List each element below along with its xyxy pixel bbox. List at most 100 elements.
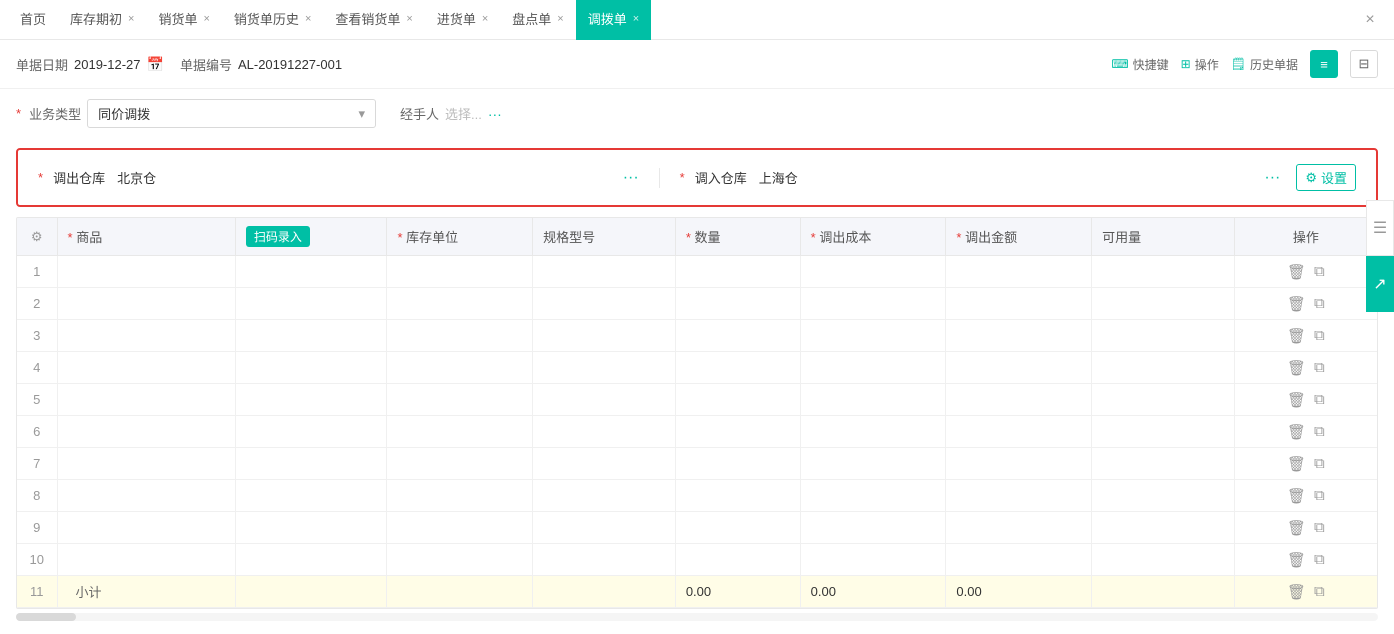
copy-icon[interactable]: ⧉	[1314, 487, 1325, 504]
cell-product[interactable]	[57, 480, 235, 512]
cell-cost[interactable]	[800, 384, 946, 416]
cell-amount[interactable]	[946, 256, 1092, 288]
tab-sales-close[interactable]: ×	[203, 13, 209, 25]
cell-spec[interactable]	[533, 352, 676, 384]
copy-icon[interactable]: ⧉	[1314, 583, 1325, 600]
cell-amount[interactable]	[946, 448, 1092, 480]
delete-icon[interactable]: 🗑	[1287, 519, 1306, 537]
cell-unit[interactable]	[387, 320, 533, 352]
copy-icon[interactable]: ⧉	[1314, 359, 1325, 376]
cell-spec[interactable]	[533, 416, 676, 448]
cell-product[interactable]	[57, 384, 235, 416]
cell-qty[interactable]	[675, 288, 800, 320]
cell-amount[interactable]	[946, 320, 1092, 352]
cell-cost[interactable]	[800, 544, 946, 576]
tab-stocktake-close[interactable]: ×	[557, 13, 563, 25]
tab-view-sales-close[interactable]: ×	[406, 13, 412, 25]
copy-icon[interactable]: ⧉	[1314, 423, 1325, 440]
cell-product[interactable]: 小计	[57, 576, 235, 608]
copy-icon[interactable]: ⧉	[1314, 327, 1325, 344]
cell-unit[interactable]	[387, 384, 533, 416]
cell-product[interactable]	[57, 288, 235, 320]
cell-spec[interactable]	[533, 320, 676, 352]
delete-icon[interactable]: 🗑	[1287, 423, 1306, 441]
out-warehouse-more-icon[interactable]: ···	[623, 169, 639, 187]
business-type-select[interactable]: 同价调拨 ▾	[87, 99, 376, 128]
gear-icon[interactable]: ⚙	[31, 229, 43, 244]
cell-qty[interactable]	[675, 320, 800, 352]
cell-qty[interactable]	[675, 384, 800, 416]
delete-icon[interactable]: 🗑	[1287, 391, 1306, 409]
handler-select[interactable]: 选择...	[445, 104, 482, 123]
copy-icon[interactable]: ⧉	[1314, 391, 1325, 408]
tab-purchase[interactable]: 进货单 ×	[425, 0, 500, 40]
cell-amount[interactable]	[946, 416, 1092, 448]
cell-cost[interactable]	[800, 288, 946, 320]
cell-amount[interactable]	[946, 384, 1092, 416]
view-lines-button[interactable]: ≡	[1310, 50, 1338, 78]
cell-unit[interactable]	[387, 512, 533, 544]
cell-cost[interactable]	[800, 480, 946, 512]
tab-home[interactable]: 首页	[8, 0, 58, 40]
cell-cost[interactable]: 0.00	[800, 576, 946, 608]
cell-spec[interactable]	[533, 288, 676, 320]
calendar-icon[interactable]: 📅	[147, 56, 164, 73]
tab-sales-history-close[interactable]: ×	[305, 13, 311, 25]
cell-unit[interactable]	[387, 480, 533, 512]
window-close-button[interactable]: ×	[1354, 4, 1386, 36]
delete-icon[interactable]: 🗑	[1287, 359, 1306, 377]
cell-cost[interactable]	[800, 320, 946, 352]
tab-sales-history[interactable]: 销货单历史 ×	[222, 0, 323, 40]
delete-icon[interactable]: 🗑	[1287, 551, 1306, 569]
cell-spec[interactable]	[533, 512, 676, 544]
cell-product[interactable]	[57, 448, 235, 480]
cell-amount[interactable]	[946, 288, 1092, 320]
delete-icon[interactable]: 🗑	[1287, 295, 1306, 313]
scrollbar-thumb[interactable]	[16, 613, 76, 621]
cell-cost[interactable]	[800, 352, 946, 384]
cell-cost[interactable]	[800, 416, 946, 448]
operations-button[interactable]: ⊞ 操作	[1181, 56, 1219, 73]
cell-amount[interactable]	[946, 512, 1092, 544]
view-grid-button[interactable]: ⊟	[1350, 50, 1378, 78]
horizontal-scrollbar[interactable]	[16, 613, 1378, 621]
tab-inventory-init[interactable]: 库存期初 ×	[58, 0, 146, 40]
handler-more-icon[interactable]: ···	[488, 106, 502, 122]
delete-icon[interactable]: 🗑	[1287, 487, 1306, 505]
cell-spec[interactable]	[533, 480, 676, 512]
delete-icon[interactable]: 🗑	[1287, 583, 1306, 601]
cell-unit[interactable]	[387, 416, 533, 448]
cell-amount[interactable]	[946, 480, 1092, 512]
delete-icon[interactable]: 🗑	[1287, 263, 1306, 281]
cell-qty[interactable]	[675, 448, 800, 480]
tab-view-sales[interactable]: 查看销货单 ×	[323, 0, 424, 40]
cell-qty[interactable]	[675, 512, 800, 544]
in-warehouse-more-icon[interactable]: ···	[1264, 169, 1280, 187]
sidebar-export-icon[interactable]: ↗	[1366, 256, 1394, 312]
scan-button[interactable]: 扫码录入	[246, 226, 310, 247]
cell-product[interactable]	[57, 512, 235, 544]
copy-icon[interactable]: ⧉	[1314, 455, 1325, 472]
cell-unit[interactable]	[387, 576, 533, 608]
copy-icon[interactable]: ⧉	[1314, 263, 1325, 280]
history-button[interactable]: 🗒 历史单据	[1231, 56, 1298, 73]
cell-unit[interactable]	[387, 448, 533, 480]
copy-icon[interactable]: ⧉	[1314, 295, 1325, 312]
cell-unit[interactable]	[387, 256, 533, 288]
cell-spec[interactable]	[533, 256, 676, 288]
tab-purchase-close[interactable]: ×	[482, 13, 488, 25]
cell-qty[interactable]	[675, 416, 800, 448]
cell-product[interactable]	[57, 416, 235, 448]
tab-inventory-close[interactable]: ×	[128, 13, 134, 25]
cell-amount[interactable]: 0.00	[946, 576, 1092, 608]
cell-spec[interactable]	[533, 384, 676, 416]
cell-product[interactable]	[57, 256, 235, 288]
sidebar-list-icon[interactable]: ☰	[1366, 200, 1394, 256]
copy-icon[interactable]: ⧉	[1314, 551, 1325, 568]
cell-amount[interactable]	[946, 352, 1092, 384]
cell-spec[interactable]	[533, 448, 676, 480]
cell-unit[interactable]	[387, 288, 533, 320]
tab-transfer[interactable]: 调拨单 ×	[576, 0, 651, 40]
cell-amount[interactable]	[946, 544, 1092, 576]
cell-cost[interactable]	[800, 448, 946, 480]
